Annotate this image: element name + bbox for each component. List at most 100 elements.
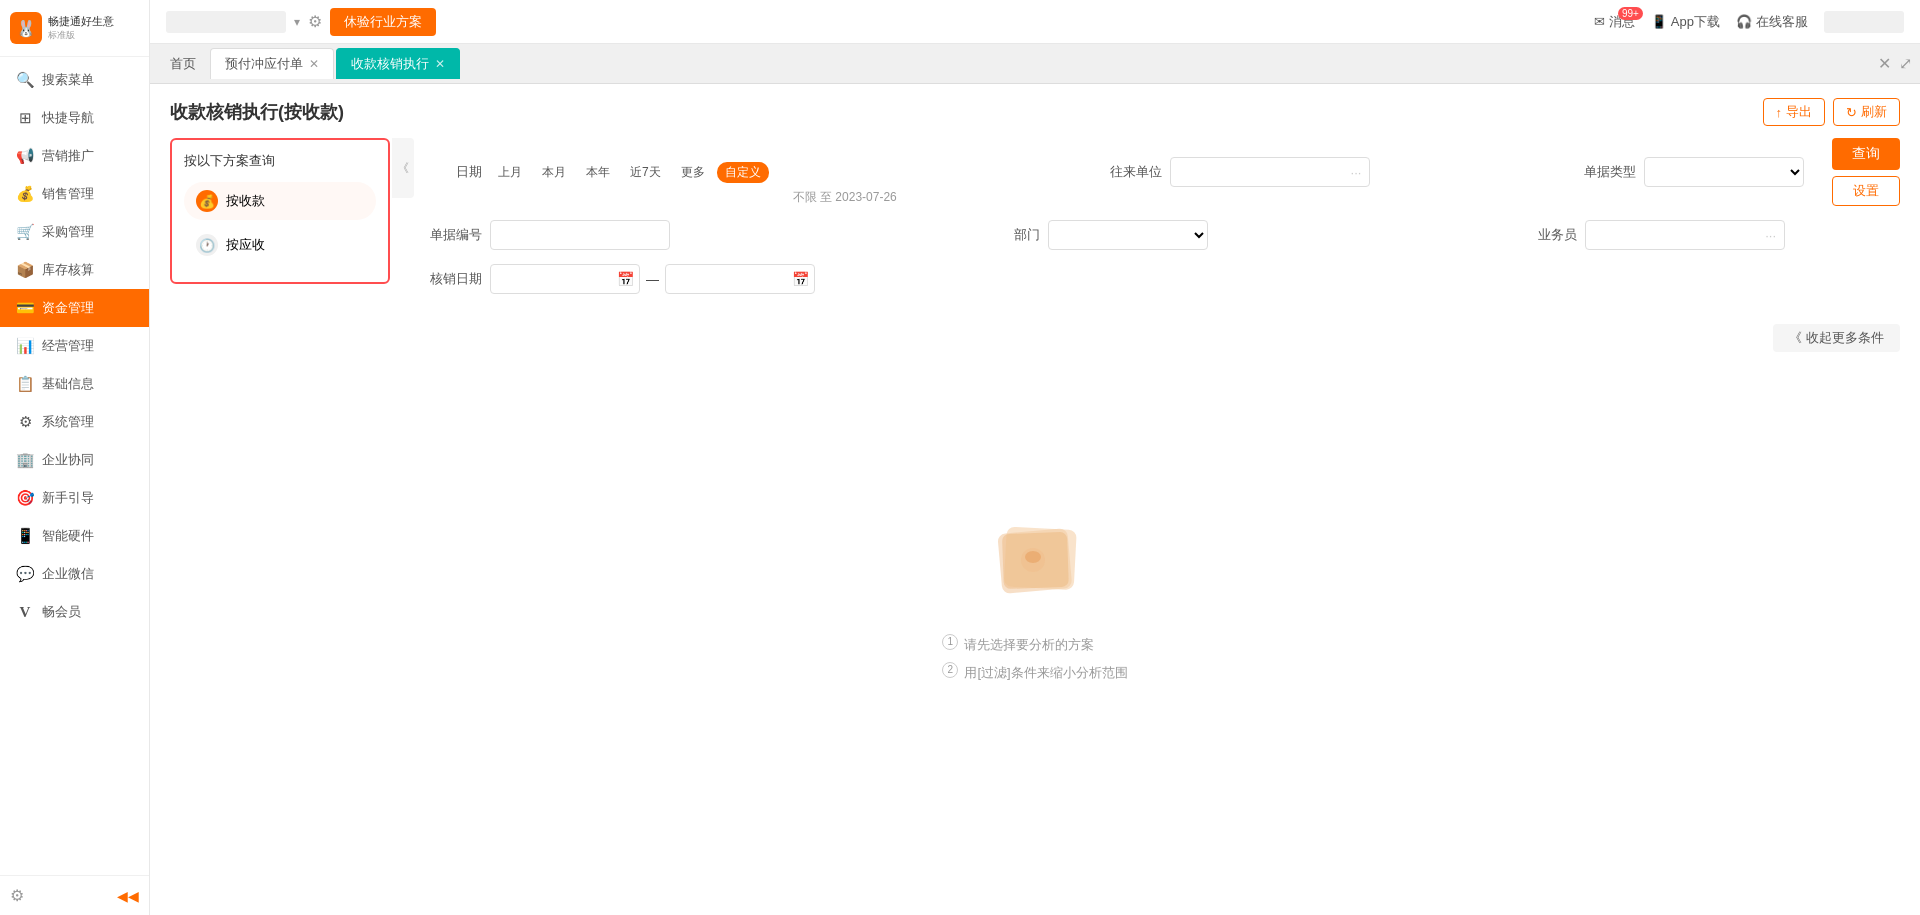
inventory-icon: 📦 xyxy=(16,261,34,279)
sidebar-item-label: 销售管理 xyxy=(42,185,94,203)
step-1-text: 请先选择要分析的方案 xyxy=(964,633,1094,656)
filter-by-receipt-option[interactable]: 💰 按收款 xyxy=(184,182,376,220)
sidebar-item-inventory[interactable]: 📦 库存核算 xyxy=(0,251,149,289)
filter-by-receivable-option[interactable]: 🕐 按应收 xyxy=(184,226,376,264)
tab-prepay[interactable]: 预付冲应付单 ✕ xyxy=(210,48,334,79)
home-label: 首页 xyxy=(170,56,196,71)
date-filter-item: 日期 上月 本月 本年 近7天 更多 自定义 xyxy=(430,162,769,183)
expand-tabs-button[interactable]: ⤢ xyxy=(1899,54,1912,73)
staff-input[interactable]: ··· xyxy=(1585,220,1785,250)
docno-filter-item: 单据编号 xyxy=(430,220,670,250)
doctype-filter-item: 单据类型 xyxy=(1584,157,1804,187)
solution-button[interactable]: 休验行业方案 xyxy=(330,8,436,36)
user-info[interactable] xyxy=(1824,11,1904,33)
sidebar-item-sales[interactable]: 💰 销售管理 xyxy=(0,175,149,213)
collapse-more-button[interactable]: 《 收起更多条件 xyxy=(1773,324,1900,352)
sidebar-item-label: 系统管理 xyxy=(42,413,94,431)
sidebar-item-system[interactable]: ⚙ 系统管理 xyxy=(0,403,149,441)
tab-prepay-close-icon[interactable]: ✕ xyxy=(309,57,319,71)
date-btn-last-month[interactable]: 上月 xyxy=(490,162,530,183)
refresh-icon: ↻ xyxy=(1846,105,1857,120)
export-label: 导出 xyxy=(1786,103,1812,121)
step-2-text: 用[过滤]条件来缩小分析范围 xyxy=(964,661,1127,684)
refresh-label: 刷新 xyxy=(1861,103,1887,121)
sidebar-item-enterprise[interactable]: 🏢 企业协同 xyxy=(0,441,149,479)
sidebar-item-finance[interactable]: 💳 资金管理 xyxy=(0,289,149,327)
message-icon: ✉ xyxy=(1594,14,1605,29)
collapse-sidebar-icon[interactable]: ◀◀ xyxy=(117,888,139,904)
tab-home[interactable]: 首页 xyxy=(158,49,208,79)
date-quick-btns: 上月 本月 本年 近7天 更多 自定义 xyxy=(490,162,769,183)
settings-icon[interactable]: ⚙ xyxy=(10,886,24,905)
sales-icon: 💰 xyxy=(16,185,34,203)
app-download-button[interactable]: 📱 App下载 xyxy=(1651,13,1720,31)
content-header: 收款核销执行(按收款) ↑ 导出 ↻ 刷新 xyxy=(150,84,1920,126)
sidebar-item-marketing[interactable]: 📢 营销推广 xyxy=(0,137,149,175)
purchase-icon: 🛒 xyxy=(16,223,34,241)
by-receivable-label: 按应收 xyxy=(226,236,265,254)
dept-select[interactable] xyxy=(1048,220,1208,250)
tabbar: 首页 预付冲应付单 ✕ 收款核销执行 ✕ ✕ ⤢ xyxy=(150,44,1920,84)
verify-end-date-input[interactable]: 2023-07-21 xyxy=(665,264,815,294)
setting-button[interactable]: 设置 xyxy=(1832,176,1900,206)
message-button[interactable]: ✉ 消息 99+ xyxy=(1594,13,1635,31)
empty-state: 1 请先选择要分析的方案 2 用[过滤]条件来缩小分析范围 xyxy=(150,356,1920,915)
sidebar-item-label: 企业协同 xyxy=(42,451,94,469)
doctype-label: 单据类型 xyxy=(1584,163,1636,181)
sidebar-item-basic[interactable]: 📋 基础信息 xyxy=(0,365,149,403)
export-button[interactable]: ↑ 导出 xyxy=(1763,98,1826,126)
date-btn-7days[interactable]: 近7天 xyxy=(622,162,669,183)
date-btn-this-month[interactable]: 本月 xyxy=(534,162,574,183)
service-button[interactable]: 🎧 在线客服 xyxy=(1736,13,1808,31)
sidebar-item-nav[interactable]: ⊞ 快捷导航 xyxy=(0,99,149,137)
date-btn-more[interactable]: 更多 xyxy=(673,162,713,183)
close-all-tabs-button[interactable]: ✕ xyxy=(1878,54,1891,73)
sidebar-item-label: 采购管理 xyxy=(42,223,94,241)
topbar-gear-icon[interactable]: ⚙ xyxy=(308,12,322,31)
topbar: ▾ ⚙ 休验行业方案 ✉ 消息 99+ 📱 App下载 🎧 在线客服 xyxy=(150,0,1920,44)
docno-input[interactable] xyxy=(490,220,670,250)
filter-panel: 按以下方案查询 💰 按收款 🕐 按应收 《 日期 xyxy=(150,126,1920,320)
step-1-number: 1 xyxy=(942,634,958,650)
chevron-up-icon: 《 xyxy=(1789,329,1802,347)
sidebar-item-label: 基础信息 xyxy=(42,375,94,393)
sidebar-item-label: 企业微信 xyxy=(42,565,94,583)
sidebar-item-operation[interactable]: 📊 经营管理 xyxy=(0,327,149,365)
tab-prepay-label: 预付冲应付单 xyxy=(225,55,303,73)
sidebar-item-label: 智能硬件 xyxy=(42,527,94,545)
partner-input[interactable]: ··· xyxy=(1170,157,1370,187)
dept-label: 部门 xyxy=(988,226,1040,244)
operation-icon: 📊 xyxy=(16,337,34,355)
empty-step-1: 1 请先选择要分析的方案 xyxy=(942,633,1127,656)
refresh-button[interactable]: ↻ 刷新 xyxy=(1833,98,1900,126)
sidebar-item-guide[interactable]: 🎯 新手引导 xyxy=(0,479,149,517)
tab-collection-close-icon[interactable]: ✕ xyxy=(435,57,445,71)
system-icon: ⚙ xyxy=(16,413,34,431)
empty-state-text: 1 请先选择要分析的方案 2 用[过滤]条件来缩小分析范围 xyxy=(942,633,1127,688)
topbar-arrow-icon[interactable]: ▾ xyxy=(294,15,300,29)
sidebar-item-hardware[interactable]: 📱 智能硬件 xyxy=(0,517,149,555)
sidebar-item-member[interactable]: V 畅会员 xyxy=(0,593,149,631)
query-button[interactable]: 查询 xyxy=(1832,138,1900,170)
filter-sidebar-collapse-button[interactable]: 《 xyxy=(392,138,414,198)
verify-start-date-input[interactable]: 2023-03-01 xyxy=(490,264,640,294)
doctype-select[interactable] xyxy=(1644,157,1804,187)
filter-method-sidebar: 按以下方案查询 💰 按收款 🕐 按应收 xyxy=(170,138,390,284)
guide-icon: 🎯 xyxy=(16,489,34,507)
date-btn-this-year[interactable]: 本年 xyxy=(578,162,618,183)
dept-filter-item: 部门 xyxy=(988,220,1208,250)
sidebar-item-purchase[interactable]: 🛒 采购管理 xyxy=(0,213,149,251)
verify-date-filter-item: 核销日期 2023-03-01 📅 — 2023-07-21 📅 xyxy=(430,264,815,294)
sidebar-item-wechat[interactable]: 💬 企业微信 xyxy=(0,555,149,593)
by-receipt-label: 按收款 xyxy=(226,192,265,210)
main-area: ▾ ⚙ 休验行业方案 ✉ 消息 99+ 📱 App下载 🎧 在线客服 首页 xyxy=(150,0,1920,915)
date-btn-custom[interactable]: 自定义 xyxy=(717,162,769,183)
date-group: 上月 本月 本年 近7天 更多 自定义 xyxy=(490,162,769,183)
nav-icon: ⊞ xyxy=(16,109,34,127)
finance-icon: 💳 xyxy=(16,299,34,317)
sidebar-item-search[interactable]: 🔍 搜索菜单 xyxy=(0,61,149,99)
logo-badge: 标准版 xyxy=(48,29,114,42)
sidebar-item-label: 库存核算 xyxy=(42,261,94,279)
message-badge: 99+ xyxy=(1618,7,1643,20)
tab-collection[interactable]: 收款核销执行 ✕ xyxy=(336,48,460,79)
